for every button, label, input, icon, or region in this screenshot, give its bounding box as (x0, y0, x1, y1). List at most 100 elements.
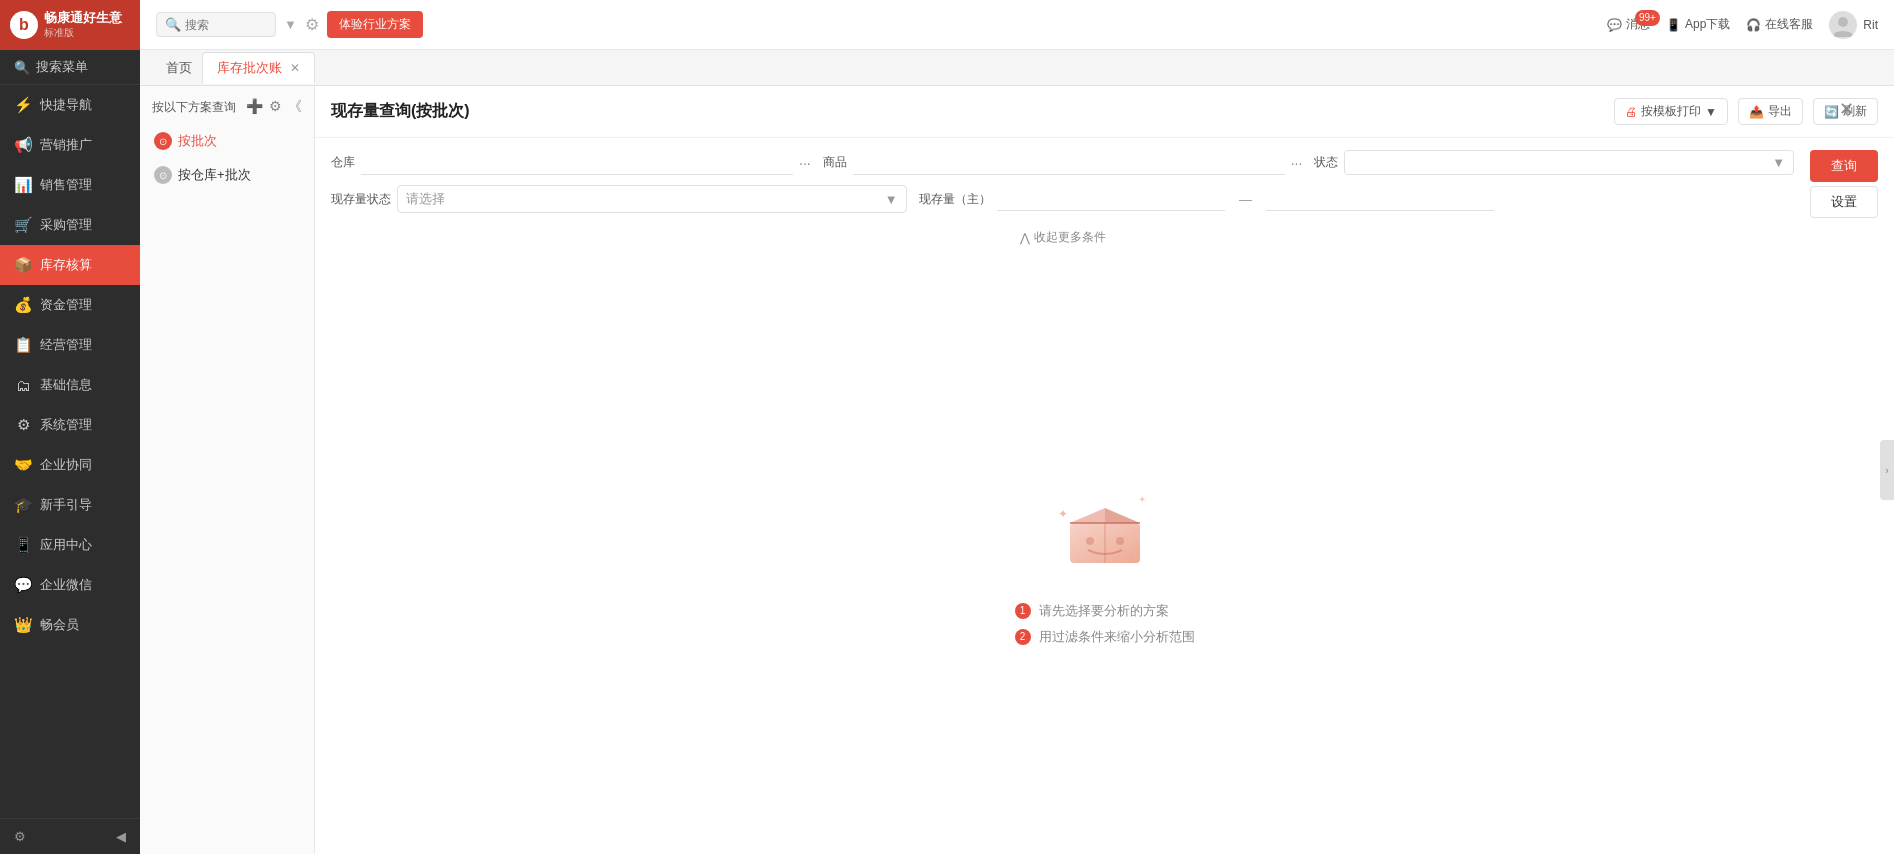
collapse-filter-bar[interactable]: ⋀ 收起更多条件 (331, 223, 1794, 252)
messages-btn[interactable]: 💬 消息 99+ (1607, 16, 1650, 33)
page-header: 现存量查询(按批次) 🖨 按模板打印 ▼ 📤 导出 🔄 刷新 (315, 86, 1894, 138)
nav-label-members: 畅会员 (40, 616, 79, 634)
inventory-status-dropdown-icon: ▼ (885, 192, 898, 207)
sidebar-item-members[interactable]: 👑 畅会员 (0, 605, 140, 645)
settings-icon[interactable]: ⚙ (14, 829, 26, 844)
app-download-btn[interactable]: 📱 App下载 (1666, 16, 1730, 33)
message-icon: 💬 (1607, 18, 1622, 32)
svg-text:✦: ✦ (1058, 507, 1068, 521)
sidebar-item-inventory[interactable]: 📦 库存核算 (0, 245, 140, 285)
inventory-main-label: 现存量（主） (919, 191, 991, 208)
plan-label-by-batch: 按批次 (178, 132, 217, 150)
experience-btn[interactable]: 体验行业方案 (327, 11, 423, 38)
empty-box-icon: ✦ ✦ ✦ (1050, 468, 1160, 578)
warehouse-more-icon[interactable]: ··· (799, 155, 811, 171)
query-btn[interactable]: 查询 (1810, 150, 1878, 182)
nav-label-app-center: 应用中心 (40, 536, 92, 554)
warehouse-label: 仓库 (331, 154, 355, 171)
tab-close-inventory-batch[interactable]: ✕ (290, 61, 300, 75)
topbar-search-icon: 🔍 (165, 17, 181, 32)
nav-label-finance: 资金管理 (40, 296, 92, 314)
sidebar-item-basic[interactable]: 🗂 基础信息 (0, 365, 140, 405)
svg-text:✦: ✦ (1128, 551, 1135, 560)
goods-input[interactable] (853, 151, 1285, 175)
tab-label-inventory-batch: 库存批次账 (217, 59, 282, 77)
main-area: 🔍 ▼ ⚙ 体验行业方案 💬 消息 99+ 📱 App下载 🎧 在线客服 (140, 0, 1894, 854)
topbar-dropdown-icon[interactable]: ▼ (284, 17, 297, 32)
nav-icon-enterprise-wechat: 💬 (14, 576, 32, 594)
app-logo: b (10, 11, 38, 39)
status-label: 状态 (1314, 154, 1338, 171)
collapse-sidebar-icon[interactable]: ◀ (116, 829, 126, 844)
add-plan-icon[interactable]: ➕ (246, 98, 263, 116)
nav-label-enterprise-wechat: 企业微信 (40, 576, 92, 594)
empty-tip-2: 2 用过滤条件来缩小分析范围 (1015, 624, 1195, 650)
username-label: Rit (1863, 18, 1878, 32)
online-service-btn[interactable]: 🎧 在线客服 (1746, 16, 1813, 33)
nav-icon-system: ⚙ (14, 416, 32, 434)
topbar-search-input[interactable] (185, 18, 265, 32)
right-panel: 现存量查询(按批次) 🖨 按模板打印 ▼ 📤 导出 🔄 刷新 (315, 86, 1894, 854)
tab-home[interactable]: 首页 (156, 53, 202, 83)
print-btn[interactable]: 🖨 按模板打印 ▼ (1614, 98, 1728, 125)
plan-item-by-warehouse-batch[interactable]: ⊙ 按仓库+批次 (140, 158, 314, 192)
tabbar: 首页 库存批次账 ✕ (140, 50, 1894, 86)
plan-item-by-batch[interactable]: ⊙ 按批次 (140, 124, 314, 158)
warehouse-input[interactable] (361, 151, 793, 175)
inventory-status-select[interactable]: 请选择 ▼ (397, 185, 907, 213)
filter-goods: 商品 ··· (823, 151, 1303, 175)
empty-illustration: ✦ ✦ ✦ (1050, 468, 1160, 578)
inventory-main-from[interactable] (997, 187, 1225, 211)
filter-warehouse: 仓库 ··· (331, 151, 811, 175)
sidebar-item-system[interactable]: ⚙ 系统管理 (0, 405, 140, 445)
sidebar-item-enterprise[interactable]: 🤝 企业协同 (0, 445, 140, 485)
avatar (1829, 11, 1857, 39)
export-icon: 📤 (1749, 105, 1764, 119)
user-profile-btn[interactable]: Rit (1829, 11, 1878, 39)
nav-label-shortcut: 快捷导航 (40, 96, 92, 114)
search-menu-label: 搜索菜单 (36, 58, 88, 76)
nav-icon-shortcut: ⚡ (14, 96, 32, 114)
collapse-up-icon: ⋀ (1020, 231, 1030, 245)
inventory-main-to[interactable] (1266, 187, 1494, 211)
collapse-filter-label: 收起更多条件 (1034, 229, 1106, 246)
refresh-icon: 🔄 (1824, 105, 1839, 119)
nav-icon-inventory: 📦 (14, 256, 32, 274)
topbar-right: 💬 消息 99+ 📱 App下载 🎧 在线客服 Rit (1607, 11, 1878, 39)
nav-icon-marketing: 📢 (14, 136, 32, 154)
sidebar-item-app-center[interactable]: 📱 应用中心 (0, 525, 140, 565)
sidebar-item-newcomer[interactable]: 🎓 新手引导 (0, 485, 140, 525)
collapse-panel-icon[interactable]: 《 (288, 98, 302, 116)
nav-icon-newcomer: 🎓 (14, 496, 32, 514)
goods-more-icon[interactable]: ··· (1291, 155, 1303, 171)
settings-btn[interactable]: 设置 (1810, 186, 1878, 218)
sidebar-item-operations[interactable]: 📋 经营管理 (0, 325, 140, 365)
print-dropdown-icon[interactable]: ▼ (1705, 105, 1717, 119)
filter-inventory-main: 现存量（主） — (919, 187, 1495, 211)
sidebar-item-purchase[interactable]: 🛒 采购管理 (0, 205, 140, 245)
topbar-search-box[interactable]: 🔍 (156, 12, 276, 37)
panel-close-btn[interactable]: ✕ (1839, 98, 1854, 120)
svg-marker-3 (1105, 508, 1140, 523)
nav-label-system: 系统管理 (40, 416, 92, 434)
right-edge-collapse-btn[interactable]: › (1880, 440, 1894, 500)
settings-plan-icon[interactable]: ⚙ (269, 98, 282, 116)
svg-text:✦: ✦ (1138, 494, 1146, 505)
sidebar-item-marketing[interactable]: 📢 营销推广 (0, 125, 140, 165)
sidebar-item-finance[interactable]: 💰 资金管理 (0, 285, 140, 325)
tip-text-1: 请先选择要分析的方案 (1039, 598, 1169, 624)
goods-label: 商品 (823, 154, 847, 171)
sidebar: b 畅康通好生意 标准版 🔍 搜索菜单 ⚡ 快捷导航 📢 营销推广 📊 销售管理… (0, 0, 140, 854)
sidebar-item-sales[interactable]: 📊 销售管理 (0, 165, 140, 205)
export-btn[interactable]: 📤 导出 (1738, 98, 1803, 125)
search-menu-btn[interactable]: 🔍 搜索菜单 (0, 50, 140, 85)
topbar: 🔍 ▼ ⚙ 体验行业方案 💬 消息 99+ 📱 App下载 🎧 在线客服 (140, 0, 1894, 50)
sidebar-item-shortcut[interactable]: ⚡ 快捷导航 (0, 85, 140, 125)
plan-icon-by-batch: ⊙ (154, 132, 172, 150)
tab-inventory-batch[interactable]: 库存批次账 ✕ (202, 52, 315, 84)
topbar-settings-icon[interactable]: ⚙ (305, 15, 319, 34)
status-select[interactable]: ▼ (1344, 150, 1794, 175)
sidebar-item-enterprise-wechat[interactable]: 💬 企业微信 (0, 565, 140, 605)
nav-label-marketing: 营销推广 (40, 136, 92, 154)
svg-marker-2 (1070, 508, 1105, 523)
